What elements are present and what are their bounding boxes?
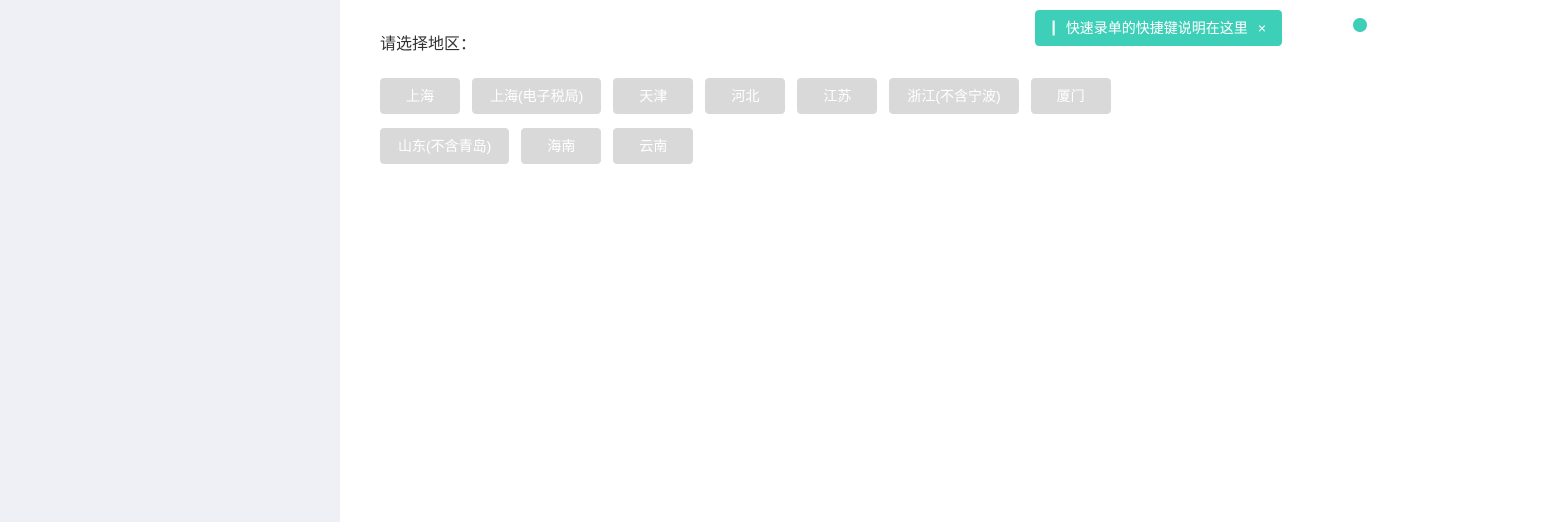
region-row-2: 山东(不含青岛) 海南云南 <box>380 128 1522 164</box>
page-title: 请选择地区： <box>380 30 1522 54</box>
main-content: 请选择地区： 上海上海(电子税局) 天津河北江苏浙江(不含宁波) 厦门 山东(不含青… <box>340 0 1562 522</box>
region-button[interactable]: 上海 <box>380 78 460 114</box>
region-button[interactable]: 厦门 <box>1031 78 1111 114</box>
sidebar <box>0 0 340 522</box>
region-button[interactable]: 天津 <box>613 78 693 114</box>
tooltip-close-button[interactable]: × <box>1258 20 1266 36</box>
region-button[interactable]: 河北 <box>705 78 785 114</box>
region-button[interactable]: 浙江(不含宁波) <box>889 78 1018 114</box>
region-button[interactable]: 海南 <box>521 128 601 164</box>
region-button[interactable]: 江苏 <box>797 78 877 114</box>
tooltip-text: 快速录单的快捷键说明在这里 <box>1066 18 1248 38</box>
region-button[interactable]: 云南 <box>613 128 693 164</box>
region-button[interactable]: 上海(电子税局) <box>472 78 601 114</box>
tooltip-dot <box>1353 18 1367 32</box>
region-button[interactable]: 山东(不含青岛) <box>380 128 509 164</box>
tooltip-banner: 快速录单的快捷键说明在这里 × <box>1035 10 1282 46</box>
region-row-1: 上海上海(电子税局) 天津河北江苏浙江(不含宁波) 厦门 <box>380 78 1522 114</box>
